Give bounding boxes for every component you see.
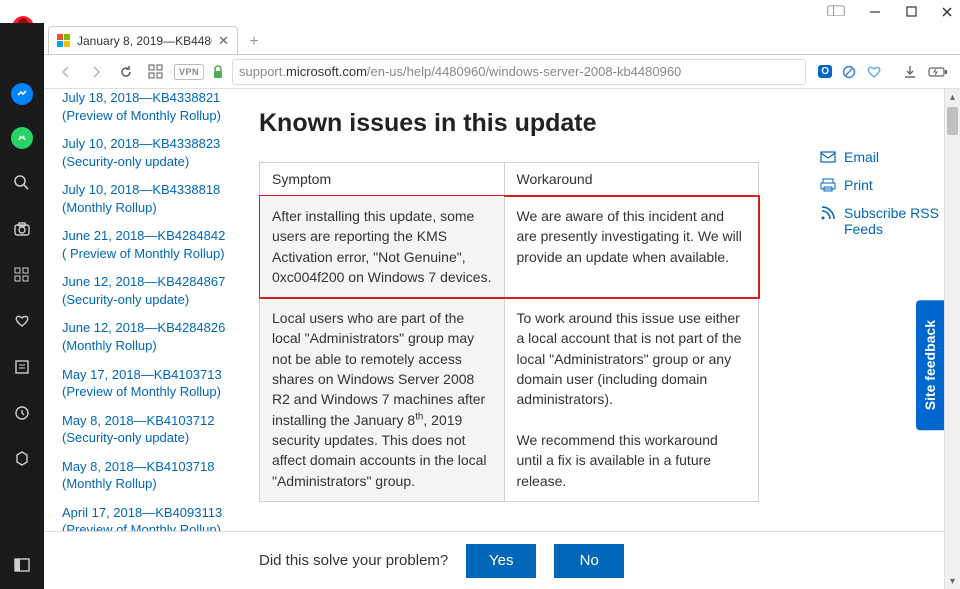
article-nav-link[interactable]: June 12, 2018—KB4284826 (Monthly Rollup) (62, 319, 231, 354)
news-sidebar-icon[interactable] (10, 355, 34, 379)
panel-toggle-icon[interactable] (10, 553, 34, 577)
browser-tab[interactable]: January 8, 2019—KB44809 ✕ (48, 26, 238, 54)
article-nav-link[interactable]: July 18, 2018—KB4338821 (Preview of Mont… (62, 89, 231, 124)
close-window-button[interactable] (940, 5, 954, 19)
feedback-bar: Did this solve your problem? Yes No (44, 531, 944, 589)
whatsapp-icon[interactable] (11, 127, 33, 149)
url-field[interactable]: support.microsoft.com/en-us/help/4480960… (232, 59, 806, 85)
rss-link[interactable]: Subscribe RSS Feeds (820, 205, 950, 237)
messenger-icon[interactable] (11, 83, 33, 105)
known-issues-table: Symptom Workaround After installing this… (259, 162, 759, 502)
article-nav-link[interactable]: May 8, 2018—KB4103712 (Security-only upd… (62, 412, 231, 447)
scroll-up-icon[interactable]: ▴ (945, 89, 960, 105)
symptom-cell: Local users who are part of the local "A… (260, 298, 505, 502)
download-icon[interactable] (902, 64, 918, 80)
tab-close-icon[interactable]: ✕ (218, 33, 229, 49)
article-nav-link[interactable]: June 12, 2018—KB4284867 (Security-only u… (62, 273, 231, 308)
url-domain: microsoft.com (286, 64, 367, 79)
maximize-button[interactable] (904, 5, 918, 19)
article-nav-link[interactable]: May 8, 2018—KB4103718 (Monthly Rollup) (62, 458, 231, 493)
nav-back-button[interactable] (54, 60, 78, 84)
lock-icon[interactable] (212, 65, 224, 79)
feedback-question: Did this solve your problem? (259, 552, 448, 569)
nav-forward-button[interactable] (84, 60, 108, 84)
site-feedback-tab[interactable]: Site feedback (916, 300, 944, 430)
page-scrollbar[interactable]: ▴ ▾ (944, 89, 960, 589)
reload-button[interactable] (114, 60, 138, 84)
rss-icon (820, 205, 836, 221)
search-icon[interactable] (10, 171, 34, 195)
rss-label: Subscribe RSS Feeds (844, 205, 950, 237)
new-tab-button[interactable]: + (242, 30, 266, 54)
email-link[interactable]: Email (820, 149, 950, 165)
email-icon (820, 149, 836, 165)
symptom-cell: After installing this update, some users… (260, 196, 505, 298)
battery-saver-icon[interactable] (928, 66, 948, 78)
page-heading: Known issues in this update (259, 109, 800, 138)
article-nav-link[interactable]: June 21, 2018—KB4284842 ( Preview of Mon… (62, 227, 231, 262)
sidebar-toggle-icon[interactable] (826, 5, 846, 19)
tab-title: January 8, 2019—KB44809 (77, 34, 212, 48)
main-article: Known issues in this update Symptom Work… (239, 89, 810, 589)
feedback-yes-button[interactable]: Yes (466, 544, 536, 578)
block-icon[interactable] (842, 65, 856, 79)
adblock-badge[interactable]: O (818, 65, 832, 78)
extensions-sidebar-icon[interactable] (10, 447, 34, 471)
minimize-button[interactable] (868, 5, 882, 19)
bookmarks-sidebar-icon[interactable] (10, 309, 34, 333)
tab-bar: January 8, 2019—KB44809 ✕ + (0, 23, 960, 55)
url-prefix: support. (239, 64, 286, 79)
print-icon (820, 177, 836, 193)
page-content: July 18, 2018—KB4338821 (Preview of Mont… (44, 89, 960, 589)
address-bar-row: VPN support.microsoft.com/en-us/help/448… (0, 55, 960, 89)
table-header-symptom: Symptom (260, 163, 505, 196)
window-titlebar (0, 0, 960, 23)
article-nav-link[interactable]: May 17, 2018—KB4103713 (Preview of Month… (62, 366, 231, 401)
scroll-down-icon[interactable]: ▾ (945, 573, 960, 589)
speed-dial-icon[interactable] (144, 60, 168, 84)
history-sidebar-icon[interactable] (10, 401, 34, 425)
address-bar-actions: O (812, 64, 954, 80)
scroll-thumb[interactable] (947, 107, 958, 135)
article-nav-link[interactable]: July 10, 2018—KB4338818 (Monthly Rollup) (62, 181, 231, 216)
workaround-cell: We are aware of this incident and are pr… (504, 196, 759, 298)
opera-sidebar (0, 23, 44, 589)
feedback-no-button[interactable]: No (554, 544, 624, 578)
bookmark-heart-icon[interactable] (866, 65, 882, 79)
ms-favicon-icon (57, 34, 71, 48)
url-path: /en-us/help/4480960/windows-server-2008-… (367, 64, 681, 79)
table-row: After installing this update, some users… (260, 196, 759, 298)
print-link[interactable]: Print (820, 177, 950, 193)
email-label: Email (844, 149, 879, 165)
article-nav-link[interactable]: July 10, 2018—KB4338823 (Security-only u… (62, 135, 231, 170)
article-nav-sidebar: July 18, 2018—KB4338821 (Preview of Mont… (44, 89, 239, 589)
workaround-cell: To work around this issue use either a l… (504, 298, 759, 502)
print-label: Print (844, 177, 873, 193)
vpn-badge[interactable]: VPN (174, 64, 204, 80)
table-header-workaround: Workaround (504, 163, 759, 196)
snapshot-icon[interactable] (10, 217, 34, 241)
speed-dial-sidebar-icon[interactable] (10, 263, 34, 287)
table-row: Local users who are part of the local "A… (260, 298, 759, 502)
